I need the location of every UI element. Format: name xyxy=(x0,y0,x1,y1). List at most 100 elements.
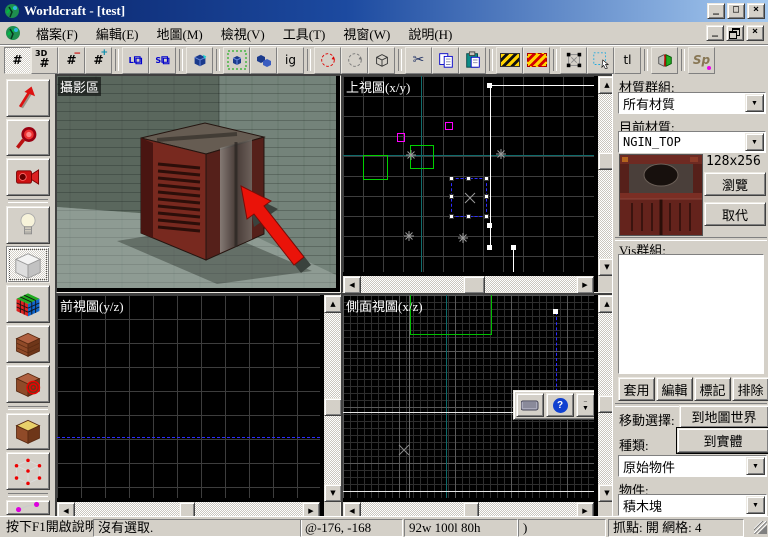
texture-application-tool[interactable] xyxy=(5,412,50,451)
selection-handle[interactable] xyxy=(466,214,471,219)
group-button[interactable] xyxy=(223,46,250,74)
vertex-tool[interactable] xyxy=(5,452,50,490)
path-tool[interactable] xyxy=(5,499,50,515)
resize-grip[interactable] xyxy=(754,521,767,534)
toggle-3d-grid-button[interactable]: 3D # xyxy=(31,46,58,74)
side-view-canvas[interactable]: 側面視圖(x/z) ? − ▼ xyxy=(343,295,594,498)
scroll-left-arrow[interactable]: ◀ xyxy=(343,276,361,294)
top-view-hscrollbar[interactable]: ◀ ▶ xyxy=(343,276,594,294)
dropdown-arrow-icon[interactable]: ▼ xyxy=(746,496,765,514)
selection-tool[interactable] xyxy=(5,79,50,117)
block-tool[interactable] xyxy=(5,245,50,284)
selection-handle[interactable] xyxy=(449,214,454,219)
save-window-state-button[interactable]: S ⧉ xyxy=(149,46,176,74)
viewport-top[interactable]: 上視圖(x/y) ▲ ▼ ◀ ▶ xyxy=(341,74,616,294)
ignore-groups-button[interactable]: ig xyxy=(277,46,304,74)
replace-button[interactable]: 取代 xyxy=(704,202,766,226)
scroll-right-arrow[interactable]: ▶ xyxy=(576,276,594,294)
front-view-vscrollbar[interactable]: ▲ ▼ xyxy=(324,295,342,502)
ungroup-button[interactable] xyxy=(250,46,277,74)
selection-handle[interactable] xyxy=(484,214,489,219)
selection-handle[interactable] xyxy=(449,176,454,181)
hide-unselected-button[interactable] xyxy=(523,46,550,74)
document-icon[interactable] xyxy=(5,25,21,41)
rotate-clone-button[interactable] xyxy=(341,46,368,74)
dropdown-arrow-icon[interactable]: ▼ xyxy=(745,133,764,151)
maximize-button[interactable]: □ xyxy=(727,3,745,19)
menu-help[interactable]: 說明(H) xyxy=(399,22,461,45)
vis-edit-button[interactable]: 編輯 xyxy=(656,377,693,401)
close-button[interactable]: × xyxy=(747,3,765,19)
selection-handle[interactable] xyxy=(449,194,454,199)
worldcraft-app-icon xyxy=(5,4,19,18)
magnify-tool[interactable] xyxy=(5,118,50,157)
minimize-button[interactable]: _ xyxy=(707,3,725,19)
mdi-close-button[interactable]: × xyxy=(746,25,764,41)
scroll-thumb[interactable] xyxy=(463,276,485,294)
vis-apply-button[interactable]: 套用 xyxy=(618,377,655,401)
hollow-button[interactable] xyxy=(368,46,395,74)
front-view-canvas[interactable]: 前視圖(y/z) xyxy=(57,295,320,498)
carve-button[interactable] xyxy=(651,46,678,74)
selection-handle[interactable] xyxy=(484,194,489,199)
sidebar-separator xyxy=(7,405,48,410)
status-size: 92w 100l 80h xyxy=(404,519,518,537)
mdi-minimize-button[interactable]: _ xyxy=(706,25,724,41)
vis-groups-list[interactable] xyxy=(618,254,764,374)
rotate-selection-button[interactable] xyxy=(314,46,341,74)
paste-button[interactable] xyxy=(459,46,486,74)
smaller-grid-button[interactable]: # − xyxy=(58,46,85,74)
selection-box[interactable] xyxy=(449,176,489,219)
toggle-texture-tool[interactable] xyxy=(5,285,50,324)
morph-button[interactable]: Sp xyxy=(688,46,715,74)
texture-size-label: 128x256 xyxy=(706,154,761,169)
texture-lock-button[interactable]: tl xyxy=(614,46,641,74)
viewport-side[interactable]: 側面視圖(x/z) ? − ▼ ▲ ▼ ◀ ▶ xyxy=(341,293,616,520)
current-texture-dropdown[interactable]: NGIN_TOP ▼ xyxy=(618,131,766,153)
menu-map[interactable]: 地圖(M) xyxy=(148,22,212,45)
scroll-thumb[interactable] xyxy=(324,398,342,416)
menu-view[interactable]: 檢視(V) xyxy=(212,22,274,45)
mdi-restore-button[interactable] xyxy=(726,25,744,41)
decal-tool[interactable] xyxy=(5,364,50,403)
entity-tool[interactable] xyxy=(5,206,50,244)
cut-button[interactable]: ✂ xyxy=(405,46,432,74)
objects-dropdown[interactable]: 積木塊 ▼ xyxy=(618,494,767,516)
viewport-camera[interactable]: 攝影區 xyxy=(55,74,342,294)
collapse-toolbar-button[interactable]: − ▼ xyxy=(576,393,594,417)
larger-grid-button[interactable]: # + xyxy=(85,46,112,74)
selection-handle[interactable] xyxy=(466,176,471,181)
viewport-front[interactable]: 前視圖(y/z) ▲ ▼ ◀ ▶ xyxy=(55,293,342,520)
decal-target-icon xyxy=(14,372,41,397)
scroll-up-arrow[interactable]: ▲ xyxy=(324,295,342,313)
title-bar[interactable]: Worldcraft - [test] _ □ × xyxy=(0,0,768,22)
menu-edit[interactable]: 編輯(E) xyxy=(87,22,148,45)
hide-selected-button[interactable] xyxy=(496,46,523,74)
copy-button[interactable] xyxy=(432,46,459,74)
category-dropdown[interactable]: 原始物件 ▼ xyxy=(618,455,767,477)
context-help-button[interactable]: ? xyxy=(546,393,574,417)
toggle-grid-button[interactable]: # xyxy=(4,46,31,74)
to-entity-button[interactable]: 到實體 xyxy=(677,428,768,453)
dropdown-arrow-icon[interactable]: ▼ xyxy=(745,94,764,112)
menu-file[interactable]: 檔案(F) xyxy=(27,22,87,45)
load-window-state-button[interactable]: L ⧉ xyxy=(122,46,149,74)
menu-tools[interactable]: 工具(T) xyxy=(274,22,335,45)
vis-mark-button[interactable]: 標記 xyxy=(694,377,731,401)
texture-group-dropdown[interactable]: 所有材質 ▼ xyxy=(618,92,766,114)
vis-exclude-button[interactable]: 排除 xyxy=(732,377,768,401)
menu-window[interactable]: 視窗(W) xyxy=(334,22,399,45)
browse-button[interactable]: 瀏覽 xyxy=(704,172,766,196)
selection-handles-button[interactable] xyxy=(560,46,587,74)
origin-marker xyxy=(406,150,416,160)
drag-select-button[interactable] xyxy=(587,46,614,74)
top-view-canvas[interactable]: 上視圖(x/y) xyxy=(343,76,594,272)
keyboard-shortcuts-button[interactable] xyxy=(516,393,544,417)
to-world-button[interactable]: 到地圖世界 xyxy=(679,405,768,428)
apply-current-texture-tool[interactable] xyxy=(5,325,50,363)
run-3d-view-button[interactable] xyxy=(186,46,213,74)
dropdown-arrow-icon[interactable]: ▼ xyxy=(746,457,765,475)
camera-tool[interactable] xyxy=(5,158,50,197)
selection-handle[interactable] xyxy=(484,176,489,181)
scroll-down-arrow[interactable]: ▼ xyxy=(324,484,342,502)
